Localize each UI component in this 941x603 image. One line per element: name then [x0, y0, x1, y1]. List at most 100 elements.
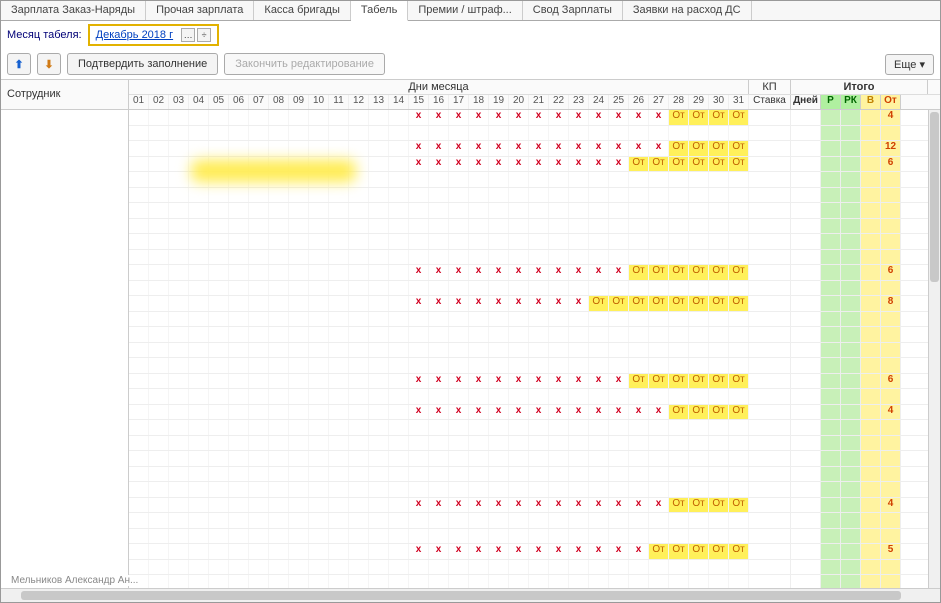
cell[interactable]	[449, 467, 469, 482]
cell[interactable]: x	[429, 498, 449, 513]
cell[interactable]	[709, 312, 729, 327]
cell[interactable]	[329, 312, 349, 327]
cell[interactable]	[549, 188, 569, 203]
cell[interactable]	[449, 234, 469, 249]
table-row[interactable]	[129, 529, 940, 545]
cell[interactable]	[569, 451, 589, 466]
cell[interactable]	[249, 451, 269, 466]
cell[interactable]	[689, 420, 709, 435]
cell[interactable]	[489, 219, 509, 234]
cell[interactable]	[489, 281, 509, 296]
cell[interactable]	[549, 389, 569, 404]
cell[interactable]	[209, 560, 229, 575]
cell[interactable]	[529, 529, 549, 544]
cell[interactable]	[529, 513, 549, 528]
cell[interactable]: От	[689, 405, 709, 420]
cell[interactable]	[569, 467, 589, 482]
cell[interactable]	[729, 188, 749, 203]
cell[interactable]	[129, 482, 149, 497]
cell[interactable]	[189, 374, 209, 389]
cell[interactable]: x	[449, 296, 469, 311]
cell[interactable]	[149, 203, 169, 218]
cell[interactable]	[189, 544, 209, 559]
cell[interactable]	[149, 126, 169, 141]
cell[interactable]	[169, 110, 189, 125]
cell[interactable]	[729, 219, 749, 234]
cell[interactable]	[129, 529, 149, 544]
cell[interactable]	[329, 250, 349, 265]
cell[interactable]	[229, 312, 249, 327]
cell[interactable]: От	[649, 265, 669, 280]
cell[interactable]: x	[609, 110, 629, 125]
cell[interactable]	[489, 358, 509, 373]
cell[interactable]	[129, 513, 149, 528]
cell[interactable]	[469, 343, 489, 358]
cell[interactable]	[589, 203, 609, 218]
cell[interactable]	[489, 343, 509, 358]
cell[interactable]: x	[449, 405, 469, 420]
cell[interactable]: От	[689, 265, 709, 280]
cell[interactable]: x	[569, 296, 589, 311]
cell[interactable]	[629, 126, 649, 141]
cell[interactable]	[429, 281, 449, 296]
cell[interactable]	[529, 312, 549, 327]
cell[interactable]	[629, 188, 649, 203]
cell[interactable]	[549, 327, 569, 342]
cell[interactable]	[609, 389, 629, 404]
cell[interactable]	[149, 250, 169, 265]
cell[interactable]	[669, 126, 689, 141]
cell[interactable]	[269, 188, 289, 203]
cell[interactable]	[189, 343, 209, 358]
cell[interactable]	[529, 358, 549, 373]
cell[interactable]	[449, 358, 469, 373]
cell[interactable]	[729, 172, 749, 187]
cell[interactable]	[449, 126, 469, 141]
cell[interactable]: От	[709, 141, 729, 156]
cell[interactable]	[329, 219, 349, 234]
cell[interactable]	[369, 312, 389, 327]
cell[interactable]	[589, 343, 609, 358]
cell[interactable]	[329, 343, 349, 358]
cell[interactable]	[469, 281, 489, 296]
cell[interactable]	[609, 219, 629, 234]
cell[interactable]	[129, 343, 149, 358]
cell[interactable]	[309, 296, 329, 311]
cell[interactable]	[189, 312, 209, 327]
cell[interactable]	[249, 234, 269, 249]
cell[interactable]	[329, 281, 349, 296]
cell[interactable]	[709, 513, 729, 528]
cell[interactable]	[289, 358, 309, 373]
cell[interactable]: x	[509, 265, 529, 280]
cell[interactable]	[429, 358, 449, 373]
cell[interactable]	[209, 296, 229, 311]
cell[interactable]	[189, 327, 209, 342]
cell[interactable]	[249, 374, 269, 389]
cell[interactable]	[389, 343, 409, 358]
cell[interactable]	[309, 405, 329, 420]
cell[interactable]	[469, 513, 489, 528]
cell[interactable]: x	[609, 405, 629, 420]
cell[interactable]	[329, 110, 349, 125]
cell[interactable]	[329, 498, 349, 513]
cell[interactable]	[129, 389, 149, 404]
table-row[interactable]	[129, 327, 940, 343]
table-row[interactable]	[129, 203, 940, 219]
cell[interactable]	[649, 281, 669, 296]
cell[interactable]	[169, 389, 189, 404]
table-row[interactable]: xxxxxxxxxxxxxОтОтОтОт4	[129, 498, 940, 514]
cell[interactable]	[149, 451, 169, 466]
cell[interactable]	[429, 513, 449, 528]
cell[interactable]	[549, 467, 569, 482]
cell[interactable]	[669, 203, 689, 218]
cell[interactable]	[329, 188, 349, 203]
cell[interactable]	[389, 451, 409, 466]
cell[interactable]	[169, 312, 189, 327]
cell[interactable]	[169, 296, 189, 311]
horizontal-scrollbar[interactable]	[1, 588, 940, 602]
cell[interactable]: x	[469, 498, 489, 513]
cell[interactable]	[449, 219, 469, 234]
cell[interactable]	[689, 172, 709, 187]
cell[interactable]: x	[609, 374, 629, 389]
cell[interactable]	[609, 250, 629, 265]
cell[interactable]	[389, 250, 409, 265]
